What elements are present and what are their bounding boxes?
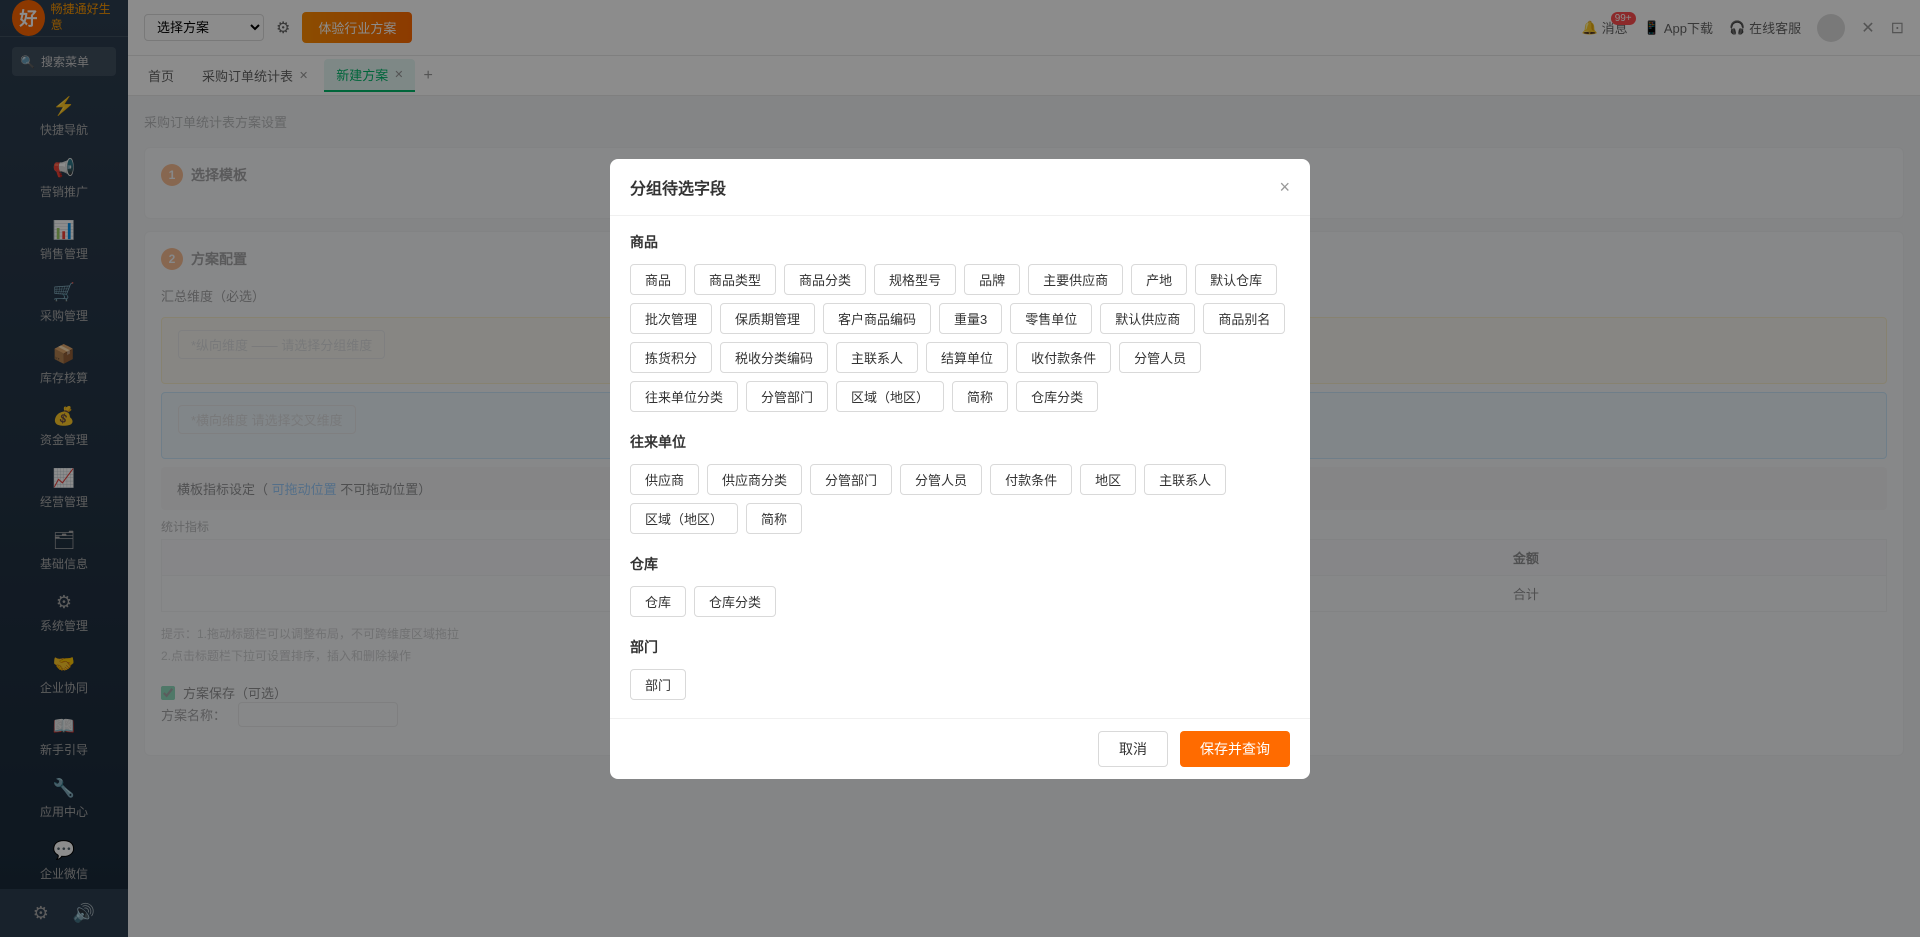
- field-tag-商品[interactable]: 商品: [630, 264, 686, 295]
- field-tag-默认仓库[interactable]: 默认仓库: [1195, 264, 1277, 295]
- field-tag-品牌[interactable]: 品牌: [964, 264, 1020, 295]
- field-group-title-goods: 商品: [630, 232, 1290, 252]
- field-tag-商品别名[interactable]: 商品别名: [1203, 303, 1285, 334]
- field-tag-拣货积分[interactable]: 拣货积分: [630, 342, 712, 373]
- modal-title: 分组待选字段: [630, 175, 726, 199]
- field-tags-department: 部门: [630, 669, 1290, 700]
- field-tags-goods: 商品商品类型商品分类规格型号品牌主要供应商产地默认仓库批次管理保质期管理客户商品…: [630, 264, 1290, 412]
- field-tags-partner: 供应商供应商分类分管部门分管人员付款条件地区主联系人区域（地区） 简称: [630, 464, 1290, 534]
- modal-body: 商品商品商品类型商品分类规格型号品牌主要供应商产地默认仓库批次管理保质期管理客户…: [610, 216, 1310, 718]
- field-tag-供应商[interactable]: 供应商: [630, 464, 699, 495]
- field-tag-简称[interactable]: 简称: [746, 503, 802, 534]
- field-tag-商品分类[interactable]: 商品分类: [784, 264, 866, 295]
- modal-header: 分组待选字段 ×: [610, 159, 1310, 216]
- field-tag-仓库分类[interactable]: 仓库分类: [1016, 381, 1098, 412]
- modal-footer: 取消 保存并查询: [610, 718, 1310, 779]
- field-tag-分管部门[interactable]: 分管部门: [746, 381, 828, 412]
- field-tag-保质期管理[interactable]: 保质期管理: [720, 303, 815, 334]
- field-tag-分管人员[interactable]: 分管人员: [900, 464, 982, 495]
- field-tag-往来单位分类[interactable]: 往来单位分类: [630, 381, 738, 412]
- field-group-goods: 商品商品商品类型商品分类规格型号品牌主要供应商产地默认仓库批次管理保质期管理客户…: [630, 232, 1290, 412]
- field-group-title-warehouse: 仓库: [630, 554, 1290, 574]
- field-tag-分管人员[interactable]: 分管人员: [1119, 342, 1201, 373]
- cancel-button[interactable]: 取消: [1098, 731, 1168, 767]
- field-tag-简称[interactable]: 简称: [952, 381, 1008, 412]
- field-tag-默认供应商[interactable]: 默认供应商: [1100, 303, 1195, 334]
- field-tag-仓库[interactable]: 仓库: [630, 586, 686, 617]
- modal-close-button[interactable]: ×: [1279, 178, 1290, 196]
- field-tag-客户商品编码[interactable]: 客户商品编码: [823, 303, 931, 334]
- field-tag-规格型号[interactable]: 规格型号: [874, 264, 956, 295]
- field-tag-产地[interactable]: 产地: [1131, 264, 1187, 295]
- save-query-button[interactable]: 保存并查询: [1180, 731, 1290, 767]
- field-tag-结算单位[interactable]: 结算单位: [926, 342, 1008, 373]
- field-tags-warehouse: 仓库仓库分类: [630, 586, 1290, 617]
- field-tag-税收分类编码[interactable]: 税收分类编码: [720, 342, 828, 373]
- field-group-title-department: 部门: [630, 637, 1290, 657]
- field-tag-主联系人[interactable]: 主联系人: [836, 342, 918, 373]
- field-tag-付款条件[interactable]: 付款条件: [990, 464, 1072, 495]
- field-group-warehouse: 仓库仓库仓库分类: [630, 554, 1290, 617]
- field-tag-区域（地区）[interactable]: 区域（地区）: [630, 503, 738, 534]
- field-tag-部门[interactable]: 部门: [630, 669, 686, 700]
- field-group-title-partner: 往来单位: [630, 432, 1290, 452]
- field-tag-主要供应商[interactable]: 主要供应商: [1028, 264, 1123, 295]
- modal-overlay: 分组待选字段 × 商品商品商品类型商品分类规格型号品牌主要供应商产地默认仓库批次…: [0, 0, 1920, 937]
- field-tag-仓库分类[interactable]: 仓库分类: [694, 586, 776, 617]
- field-tag-零售单位[interactable]: 零售单位: [1010, 303, 1092, 334]
- field-tag-主联系人[interactable]: 主联系人: [1144, 464, 1226, 495]
- field-tag-批次管理[interactable]: 批次管理: [630, 303, 712, 334]
- field-tag-地区[interactable]: 地区: [1080, 464, 1136, 495]
- field-tag-收付款条件[interactable]: 收付款条件: [1016, 342, 1111, 373]
- field-tag-分管部门[interactable]: 分管部门: [810, 464, 892, 495]
- field-group-department: 部门部门: [630, 637, 1290, 700]
- field-tag-商品类型[interactable]: 商品类型: [694, 264, 776, 295]
- field-tag-供应商分类[interactable]: 供应商分类: [707, 464, 802, 495]
- field-group-partner: 往来单位供应商供应商分类分管部门分管人员付款条件地区主联系人区域（地区） 简称: [630, 432, 1290, 534]
- field-tag-区域（地区）[interactable]: 区域（地区）: [836, 381, 944, 412]
- field-select-modal: 分组待选字段 × 商品商品商品类型商品分类规格型号品牌主要供应商产地默认仓库批次…: [610, 159, 1310, 779]
- field-tag-重量3[interactable]: 重量3: [939, 303, 1002, 334]
